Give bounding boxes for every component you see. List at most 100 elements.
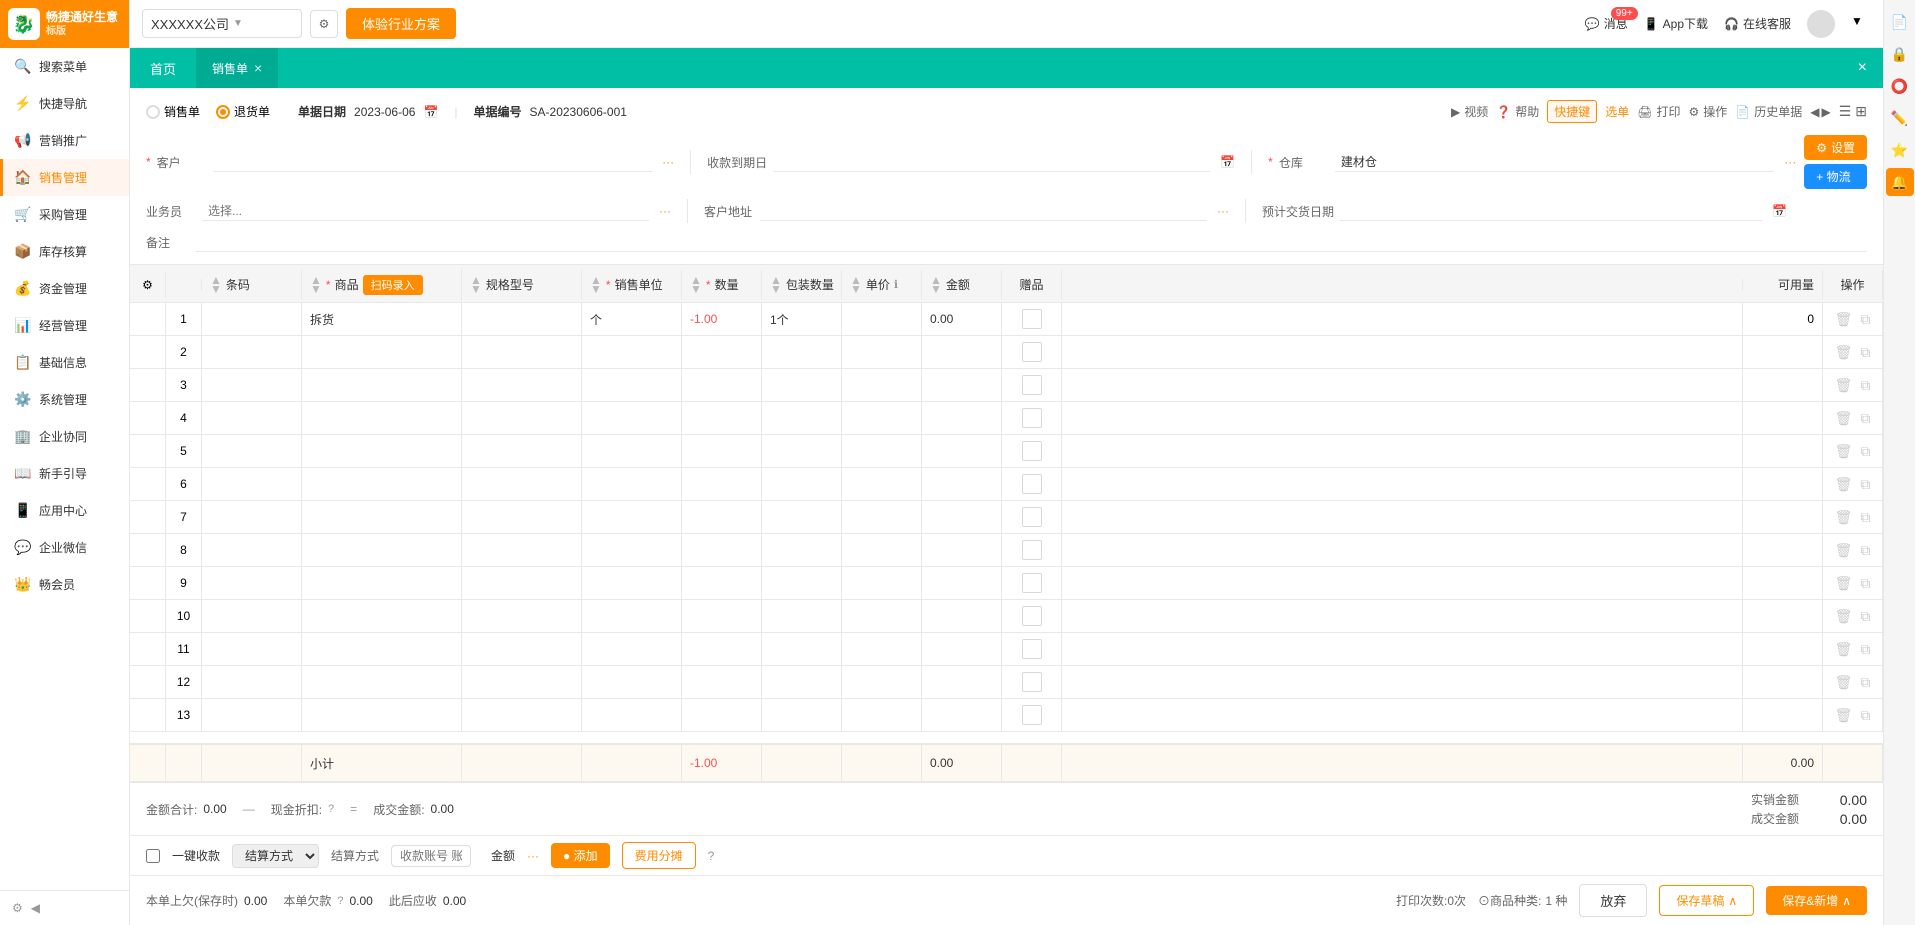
note-input-12[interactable] [1070, 708, 1734, 722]
cell-barcode-3[interactable] [202, 402, 302, 434]
cell-note-1[interactable] [1062, 336, 1743, 368]
barcode-input-6[interactable] [210, 510, 293, 524]
goods-input-4[interactable] [310, 444, 453, 458]
barcode-input-7[interactable] [210, 543, 293, 557]
cell-pkgqty-12[interactable] [762, 699, 842, 731]
amount-input-4[interactable] [930, 444, 993, 458]
barcode-input-3[interactable] [210, 411, 293, 425]
prev-arrow[interactable]: ◀ [1810, 105, 1819, 119]
cell-gift-3[interactable] [1002, 402, 1062, 434]
cell-spec-3[interactable] [462, 402, 582, 434]
expense-help-icon[interactable]: ? [708, 849, 715, 863]
spec-input-6[interactable] [470, 510, 573, 524]
cell-barcode-5[interactable] [202, 468, 302, 500]
cell-price-2[interactable] [842, 369, 922, 401]
qty-input-11[interactable] [690, 675, 753, 689]
qty-sort[interactable]: ▲▼ [690, 276, 702, 293]
cell-unit-11[interactable] [582, 666, 682, 698]
price-sort[interactable]: ▲▼ [850, 276, 862, 293]
header-settings[interactable]: ⚙ [130, 272, 166, 298]
cell-qty-8[interactable] [682, 567, 762, 599]
spec-input-4[interactable] [470, 444, 573, 458]
price-input-8[interactable] [850, 576, 913, 590]
copy-row-11[interactable]: ⧉ [1860, 674, 1870, 691]
unit-input-7[interactable] [590, 543, 673, 557]
cell-spec-6[interactable] [462, 501, 582, 533]
copy-row-8[interactable]: ⧉ [1860, 575, 1870, 592]
cell-unit-2[interactable] [582, 369, 682, 401]
goods-sort[interactable]: ▲▼ [310, 276, 322, 293]
amount-input-5[interactable] [930, 477, 993, 491]
pkgqty-input-6[interactable] [770, 510, 833, 524]
pkgqty-input-0[interactable] [770, 312, 833, 326]
unit-input-3[interactable] [590, 411, 673, 425]
cell-note-12[interactable] [1062, 699, 1743, 731]
sidebar-item-wechat[interactable]: 💬 企业微信 [0, 529, 129, 566]
sidebar-item-guide[interactable]: 📖 新手引导 [0, 455, 129, 492]
select-btn[interactable]: 选单 [1605, 103, 1629, 120]
copy-row-4[interactable]: ⧉ [1860, 443, 1870, 460]
spec-input-7[interactable] [470, 543, 573, 557]
cell-note-8[interactable] [1062, 567, 1743, 599]
shortcut-btn[interactable]: 快捷键 [1547, 100, 1597, 123]
cell-unit-0[interactable] [582, 303, 682, 335]
cell-gift-7[interactable] [1002, 534, 1062, 566]
cell-qty-1[interactable] [682, 336, 762, 368]
barcode-input-12[interactable] [210, 708, 293, 722]
qty-input-10[interactable] [690, 642, 753, 656]
cell-goods-2[interactable] [302, 369, 462, 401]
delete-row-11[interactable]: 🗑 [1835, 674, 1853, 691]
cell-qty-9[interactable] [682, 600, 762, 632]
qty-input-7[interactable] [690, 543, 753, 557]
payment-account-input[interactable] [391, 845, 471, 867]
save-new-button[interactable]: 保存&新增 ∧ [1766, 886, 1867, 915]
cell-note-3[interactable] [1062, 402, 1743, 434]
amount-input-9[interactable] [930, 609, 993, 623]
cell-spec-2[interactable] [462, 369, 582, 401]
cell-pkgqty-2[interactable] [762, 369, 842, 401]
cell-spec-1[interactable] [462, 336, 582, 368]
amount-input-1[interactable] [930, 345, 993, 359]
cell-gift-9[interactable] [1002, 600, 1062, 632]
copy-row-0[interactable]: ⧉ [1860, 311, 1870, 328]
cell-spec-7[interactable] [462, 534, 582, 566]
sidebar-item-purchase[interactable]: 🛒 采购管理 [0, 196, 129, 233]
cell-pkgqty-7[interactable] [762, 534, 842, 566]
cell-gift-4[interactable] [1002, 435, 1062, 467]
expected-date-input[interactable] [1340, 202, 1762, 221]
cell-spec-4[interactable] [462, 435, 582, 467]
goods-input-7[interactable] [310, 543, 453, 557]
note-input-4[interactable] [1070, 444, 1734, 458]
barcode-input-5[interactable] [210, 477, 293, 491]
cell-barcode-10[interactable] [202, 633, 302, 665]
spec-input-11[interactable] [470, 675, 573, 689]
sidebar-item-basic[interactable]: 📋 基础信息 [0, 344, 129, 381]
copy-row-5[interactable]: ⧉ [1860, 476, 1870, 493]
sidebar-item-quick-nav[interactable]: ⚡ 快捷导航 [0, 85, 129, 122]
copy-row-12[interactable]: ⧉ [1860, 707, 1870, 724]
sidebar-item-ops[interactable]: 📊 经营管理 [0, 307, 129, 344]
pay-date-input[interactable] [773, 153, 1210, 172]
add-payment-button[interactable]: ● 添加 [551, 843, 610, 868]
customer-addr-input[interactable] [760, 202, 1207, 221]
cell-gift-10[interactable] [1002, 633, 1062, 665]
price-input-4[interactable] [850, 444, 913, 458]
logistics-button[interactable]: + 物流 [1804, 164, 1867, 189]
sidebar-item-capital[interactable]: 💰 资金管理 [0, 270, 129, 307]
scan-button[interactable]: 扫码录入 [363, 275, 423, 295]
qty-input-1[interactable] [690, 345, 753, 359]
delete-row-4[interactable]: 🗑 [1835, 443, 1853, 460]
cell-qty-4[interactable] [682, 435, 762, 467]
copy-row-9[interactable]: ⧉ [1860, 608, 1870, 625]
cell-pkgqty-3[interactable] [762, 402, 842, 434]
trial-button[interactable]: 体验行业方案 [346, 8, 456, 39]
cell-barcode-6[interactable] [202, 501, 302, 533]
history-btn[interactable]: 📄 历史单据 [1735, 103, 1802, 120]
cell-note-0[interactable] [1062, 303, 1743, 335]
amount-input-0[interactable] [930, 312, 993, 326]
note-input-5[interactable] [1070, 477, 1734, 491]
cell-amount-5[interactable] [922, 468, 1002, 500]
unit-input-8[interactable] [590, 576, 673, 590]
cell-amount-1[interactable] [922, 336, 1002, 368]
qty-input-12[interactable] [690, 708, 753, 722]
